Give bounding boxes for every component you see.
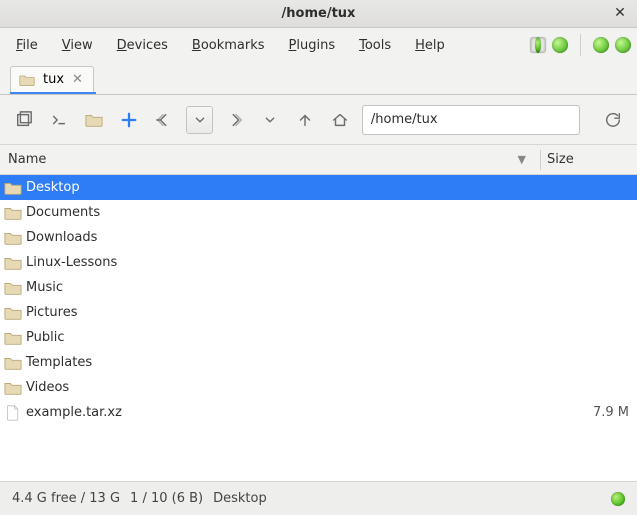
status-disk: 4.4 G free / 13 G: [12, 491, 120, 506]
list-item[interactable]: Music: [0, 275, 637, 300]
menu-tools[interactable]: Tools: [349, 32, 401, 59]
file-size: 7.9 M: [545, 405, 629, 420]
list-item[interactable]: Documents: [0, 200, 637, 225]
led-2[interactable]: [552, 37, 568, 53]
titlebar: /home/tux ✕: [0, 0, 637, 28]
back-button[interactable]: [151, 106, 178, 134]
file-name: Music: [26, 280, 541, 295]
toolbar: [0, 95, 637, 145]
file-name: Desktop: [26, 180, 541, 195]
menu-file-label: ile: [23, 38, 38, 53]
tab-current[interactable]: tux ✕: [10, 66, 94, 92]
folder-icon: [19, 73, 35, 87]
file-name: Downloads: [26, 230, 541, 245]
list-item[interactable]: Downloads: [0, 225, 637, 250]
terminal-button[interactable]: [45, 106, 72, 134]
menu-view-label: iew: [70, 38, 92, 53]
statusbar: 4.4 G free / 13 G 1 / 10 (6 B) Desktop: [0, 481, 637, 515]
menubar: File View Devices Bookmarks Plugins Tool…: [0, 28, 637, 62]
back-dropdown-button[interactable]: [186, 106, 213, 134]
menu-view[interactable]: View: [52, 32, 103, 59]
list-item[interactable]: Desktop: [0, 175, 637, 200]
list-item[interactable]: Videos: [0, 375, 637, 400]
path-input[interactable]: [362, 105, 580, 135]
list-item[interactable]: Linux-Lessons: [0, 250, 637, 275]
file-name: Public: [26, 330, 541, 345]
folder-icon: [4, 205, 22, 221]
folder-icon: [4, 230, 22, 246]
led-1[interactable]: [530, 37, 546, 53]
file-name: Pictures: [26, 305, 541, 320]
home-button[interactable]: [327, 106, 354, 134]
status-selection: 1 / 10 (6 B): [130, 491, 203, 506]
status-led-group: [530, 34, 631, 56]
folder-icon: [4, 255, 22, 271]
menu-help-label: elp: [425, 38, 445, 53]
list-item[interactable]: Public: [0, 325, 637, 350]
tabbar: tux ✕: [0, 62, 637, 92]
add-button[interactable]: [116, 106, 143, 134]
window-title: /home/tux: [282, 6, 356, 21]
menu-tools-label: ools: [365, 38, 391, 53]
led-4[interactable]: [615, 37, 631, 53]
menu-bookmarks[interactable]: Bookmarks: [182, 32, 275, 59]
tab-label: tux: [43, 72, 64, 87]
sort-indicator-icon[interactable]: ▼: [518, 153, 534, 166]
menu-devices[interactable]: Devices: [107, 32, 178, 59]
folder-icon: [4, 330, 22, 346]
folder-icon: [4, 180, 22, 196]
folder-icon: [4, 305, 22, 321]
file-name: example.tar.xz: [26, 405, 541, 420]
file-name: Templates: [26, 355, 541, 370]
file-name: Videos: [26, 380, 541, 395]
up-button[interactable]: [292, 106, 319, 134]
status-led-icon: [611, 492, 625, 506]
column-size[interactable]: Size: [547, 152, 631, 167]
window-close-button[interactable]: ✕: [611, 4, 629, 22]
folder-icon: [4, 380, 22, 396]
menu-file[interactable]: File: [6, 32, 48, 59]
menu-help[interactable]: Help: [405, 32, 455, 59]
open-folder-button[interactable]: [80, 106, 107, 134]
column-header: Name ▼ Size: [0, 145, 637, 175]
file-list: Desktop Documents Downloads Linux-Lesson…: [0, 175, 637, 481]
file-icon: [4, 405, 22, 421]
list-item[interactable]: Pictures: [0, 300, 637, 325]
forward-dropdown-button[interactable]: [256, 106, 283, 134]
menu-devices-label: evices: [127, 38, 168, 53]
menu-plugins-label: lugins: [296, 38, 335, 53]
list-item[interactable]: Templates: [0, 350, 637, 375]
forward-button[interactable]: [221, 106, 248, 134]
led-3[interactable]: [593, 37, 609, 53]
file-name: Linux-Lessons: [26, 255, 541, 270]
new-window-button[interactable]: [10, 106, 37, 134]
menu-bookmarks-label: ookmarks: [201, 38, 265, 53]
column-name[interactable]: Name: [6, 152, 518, 167]
folder-icon: [4, 355, 22, 371]
list-item[interactable]: example.tar.xz 7.9 M: [0, 400, 637, 425]
tab-close-icon[interactable]: ✕: [72, 72, 83, 87]
file-name: Documents: [26, 205, 541, 220]
refresh-button[interactable]: [600, 106, 627, 134]
status-current: Desktop: [213, 491, 267, 506]
folder-icon: [4, 280, 22, 296]
menu-plugins[interactable]: Plugins: [279, 32, 346, 59]
